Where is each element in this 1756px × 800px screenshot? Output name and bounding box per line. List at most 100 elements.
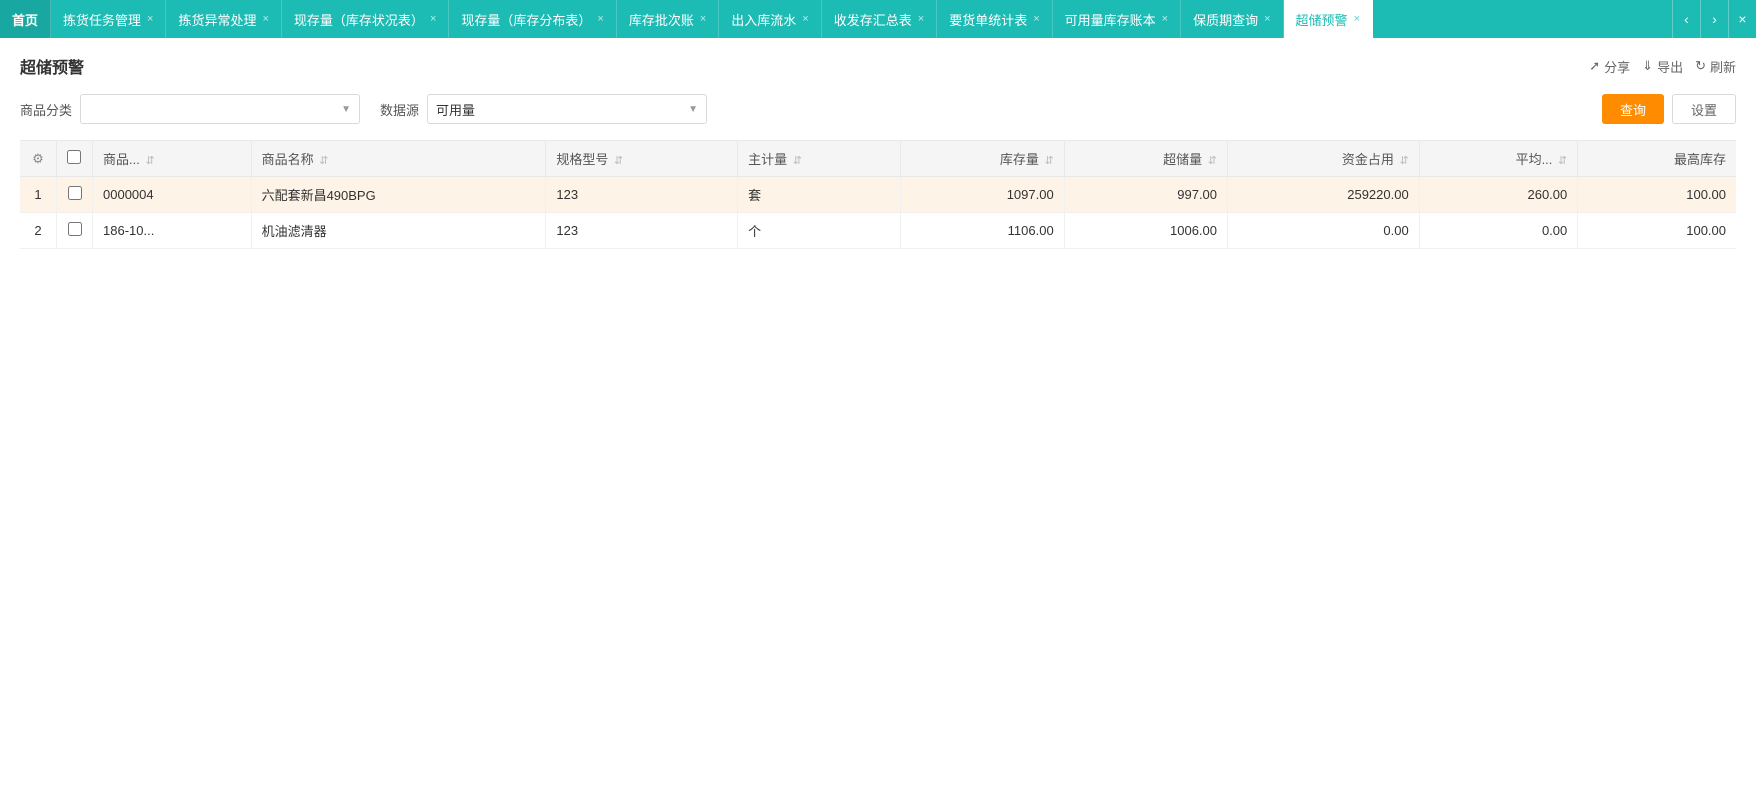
row-unit: 个 <box>738 213 901 249</box>
over-col-header: 超储量 ⇵ <box>1064 141 1227 177</box>
row-checkbox-cell <box>57 177 93 213</box>
row-max: 100.00 <box>1578 177 1736 213</box>
nav-item-lhyc[interactable]: 拣货异常处理 × <box>166 0 281 38</box>
category-dropdown-icon: ▼ <box>341 104 351 115</box>
row-checkbox-1[interactable] <box>68 222 82 236</box>
nav-item-yhdj[interactable]: 要货单统计表 × <box>937 0 1052 38</box>
nav-close-xczl[interactable]: × <box>430 13 436 25</box>
name-col-label: 商品名称 <box>262 152 314 167</box>
datasource-select[interactable]: 可用量 ▼ <box>427 94 707 124</box>
filter-actions: 查询 设置 <box>1602 94 1736 124</box>
refresh-action[interactable]: ↻ 刷新 <box>1695 57 1736 76</box>
share-action[interactable]: ➚ 分享 <box>1589 57 1630 76</box>
export-label: 导出 <box>1657 57 1683 76</box>
name-col-header: 商品名称 ⇵ <box>251 141 546 177</box>
table-head: ⚙ 商品... ⇵ 商品名称 ⇵ 规格型号 ⇵ 主计量 <box>20 141 1736 177</box>
row-checkbox-0[interactable] <box>68 186 82 200</box>
nav-prev-button[interactable]: ‹ <box>1672 0 1700 38</box>
stock-col-label: 库存量 <box>1000 152 1039 167</box>
nav-arrows: ‹ › × <box>1672 0 1756 38</box>
datasource-filter-group: 数据源 可用量 ▼ <box>380 94 707 124</box>
refresh-label: 刷新 <box>1710 57 1736 76</box>
code-sort-icon[interactable]: ⇵ <box>145 155 154 167</box>
unit-col-label: 主计量 <box>748 152 787 167</box>
spec-col-label: 规格型号 <box>556 152 608 167</box>
row-avg: 260.00 <box>1419 177 1578 213</box>
nav-item-lhgl[interactable]: 拣货任务管理 × <box>51 0 166 38</box>
nav-item-xczl[interactable]: 现存量（库存状况表） × <box>282 0 449 38</box>
nav-close-bzzq[interactable]: × <box>1264 13 1270 25</box>
capital-sort-icon[interactable]: ⇵ <box>1399 155 1408 167</box>
stock-sort-icon[interactable]: ⇵ <box>1044 155 1053 167</box>
nav-close-xcfb[interactable]: × <box>597 13 603 25</box>
table-header-row: ⚙ 商品... ⇵ 商品名称 ⇵ 规格型号 ⇵ 主计量 <box>20 141 1736 177</box>
table-body: 10000004六配套新昌490BPG123套1097.00997.002592… <box>20 177 1736 249</box>
nav-next-button[interactable]: › <box>1700 0 1728 38</box>
nav-item-xcfb[interactable]: 现存量（库存分布表） × <box>449 0 616 38</box>
category-label: 商品分类 <box>20 100 72 119</box>
unit-col-header: 主计量 ⇵ <box>738 141 901 177</box>
nav-close-lhyc[interactable]: × <box>262 13 268 25</box>
row-capital: 259220.00 <box>1228 177 1420 213</box>
select-all-checkbox[interactable] <box>67 150 81 164</box>
export-action[interactable]: ⇓ 导出 <box>1642 57 1683 76</box>
datasource-dropdown-icon: ▼ <box>688 104 698 115</box>
category-filter-group: 商品分类 ▼ <box>20 94 360 124</box>
nav-item-home[interactable]: 首页 <box>0 0 51 38</box>
page-title: 超储预警 <box>20 54 84 78</box>
row-name: 机油滤清器 <box>251 213 546 249</box>
nav-close-shzy[interactable]: × <box>918 13 924 25</box>
table-settings-icon[interactable]: ⚙ <box>30 151 46 167</box>
table-row: 2186-10...机油滤清器123个1106.001006.000.000.0… <box>20 213 1736 249</box>
unit-sort-icon[interactable]: ⇵ <box>793 155 802 167</box>
settings-button[interactable]: 设置 <box>1672 94 1736 124</box>
max-col-label: 最高库存 <box>1674 152 1726 167</box>
code-col-label: 商品... <box>103 152 140 167</box>
code-col-header: 商品... ⇵ <box>93 141 252 177</box>
over-sort-icon[interactable]: ⇵ <box>1208 155 1217 167</box>
row-spec: 123 <box>546 213 738 249</box>
nav-close-kppc[interactable]: × <box>700 13 706 25</box>
max-col-header: 最高库存 <box>1578 141 1736 177</box>
query-button[interactable]: 查询 <box>1602 94 1664 124</box>
page-header: 超储预警 ➚ 分享 ⇓ 导出 ↻ 刷新 <box>20 54 1736 78</box>
checkbox-col-header <box>57 141 93 177</box>
capital-col-label: 资金占用 <box>1342 152 1394 167</box>
refresh-icon: ↻ <box>1695 58 1706 74</box>
settings-col-header: ⚙ <box>20 141 57 177</box>
share-icon: ➚ <box>1589 58 1600 74</box>
table-row: 10000004六配套新昌490BPG123套1097.00997.002592… <box>20 177 1736 213</box>
category-select[interactable]: ▼ <box>80 94 360 124</box>
nav-close-yhdj[interactable]: × <box>1033 13 1039 25</box>
nav-item-shzy[interactable]: 收发存汇总表 × <box>822 0 937 38</box>
datasource-select-value: 可用量 <box>436 100 680 119</box>
row-over: 997.00 <box>1064 177 1227 213</box>
nav-item-kyljzb[interactable]: 可用量库存账本 × <box>1053 0 1181 38</box>
row-capital: 0.00 <box>1228 213 1420 249</box>
capital-col-header: 资金占用 ⇵ <box>1228 141 1420 177</box>
row-code: 0000004 <box>93 177 252 213</box>
nav-item-kppc[interactable]: 库存批次账 × <box>617 0 719 38</box>
row-stock: 1097.00 <box>901 177 1064 213</box>
spec-col-header: 规格型号 ⇵ <box>546 141 738 177</box>
nav-item-bzzq[interactable]: 保质期查询 × <box>1181 0 1283 38</box>
row-max: 100.00 <box>1578 213 1736 249</box>
name-sort-icon[interactable]: ⇵ <box>319 155 328 167</box>
avg-col-label: 平均... <box>1516 152 1553 167</box>
row-code: 186-10... <box>93 213 252 249</box>
nav-item-cklls[interactable]: 出入库流水 × <box>719 0 821 38</box>
datasource-label: 数据源 <box>380 100 419 119</box>
nav-item-ccyj[interactable]: 超储预警 × <box>1284 0 1373 38</box>
row-spec: 123 <box>546 177 738 213</box>
filter-row: 商品分类 ▼ 数据源 可用量 ▼ 查询 设置 <box>20 94 1736 124</box>
nav-close-lhgl[interactable]: × <box>147 13 153 25</box>
nav-close-ccyj[interactable]: × <box>1354 13 1360 25</box>
spec-sort-icon[interactable]: ⇵ <box>614 155 623 167</box>
nav-close-kyljzb[interactable]: × <box>1162 13 1168 25</box>
row-stock: 1106.00 <box>901 213 1064 249</box>
avg-sort-icon[interactable]: ⇵ <box>1558 155 1567 167</box>
share-label: 分享 <box>1604 57 1630 76</box>
nav-close-cklls[interactable]: × <box>802 13 808 25</box>
nav-close-button[interactable]: × <box>1728 0 1756 38</box>
stock-col-header: 库存量 ⇵ <box>901 141 1064 177</box>
